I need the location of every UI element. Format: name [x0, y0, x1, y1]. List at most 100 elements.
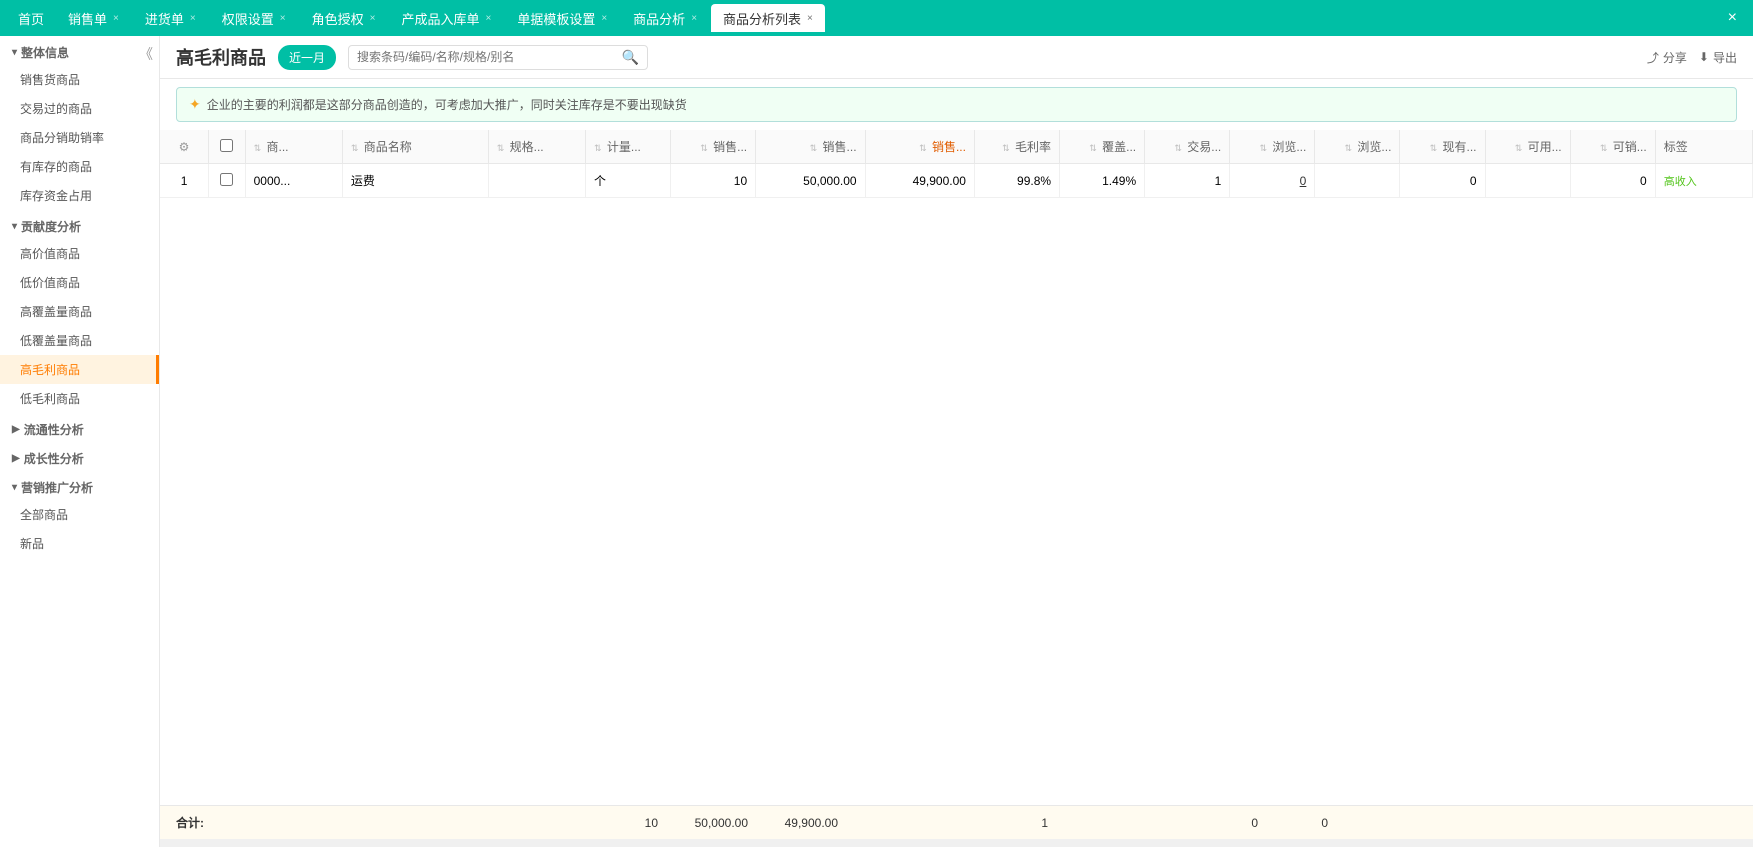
nav-tab-inbound[interactable]: 产成品入库单 × — [389, 4, 503, 32]
sidebar-group-marketing[interactable]: ▾ 营销推广分析 — [0, 471, 159, 500]
sidebar-item-high-value-label: 高价值商品 — [20, 247, 80, 261]
th-margin[interactable]: ⇅ 毛利率 — [974, 130, 1059, 164]
nav-tab-analysis[interactable]: 商品分析 × — [621, 4, 709, 32]
footer-total: 合计: 10 50,000.00 49,900.00 1 0 0 — [160, 805, 1753, 839]
nav-tab-role[interactable]: 角色授权 × — [300, 4, 388, 32]
nav-tab-purchase[interactable]: 进货单 × — [133, 4, 208, 32]
sidebar-group-circulation[interactable]: ▶ 流通性分析 — [0, 413, 159, 442]
sidebar-item-low-cover-label: 低覆盖量商品 — [20, 334, 92, 348]
th-sale-qty[interactable]: ⇅ 销售... — [671, 130, 756, 164]
th-browse1[interactable]: ⇅ 浏览... — [1230, 130, 1315, 164]
nav-tab-template[interactable]: 单据模板设置 × — [505, 4, 619, 32]
export-btn[interactable]: ⬇ 导出 — [1699, 49, 1737, 66]
nav-tab-permission[interactable]: 权限设置 × — [210, 4, 298, 32]
th-sale-able[interactable]: ⇅ 可销... — [1570, 130, 1655, 164]
nav-tab-template-close[interactable]: × — [601, 13, 607, 24]
circulation-arrow-icon: ▶ — [12, 424, 20, 435]
sidebar-item-high-value[interactable]: 高价值商品 — [0, 239, 159, 268]
th-unit[interactable]: ⇅ 计量... — [585, 130, 670, 164]
search-input[interactable] — [357, 50, 618, 64]
select-all-checkbox[interactable] — [220, 139, 233, 152]
footer-spacer7 — [1056, 816, 1126, 830]
th-cover-label: 覆盖... — [1102, 140, 1136, 154]
th-name[interactable]: ⇅ 商品名称 — [342, 130, 488, 164]
row-browse1[interactable]: 0 — [1300, 174, 1307, 188]
td-name: 运费 — [342, 164, 488, 198]
th-stock1[interactable]: ⇅ 现有... — [1400, 130, 1485, 164]
nav-home[interactable]: 首页 — [8, 9, 54, 28]
nav-tab-sales-close[interactable]: × — [113, 13, 119, 24]
sidebar-item-low-cover[interactable]: 低覆盖量商品 — [0, 326, 159, 355]
sidebar-collapse-btn[interactable]: 《 — [139, 44, 153, 64]
th-sale-amount2-label: 销售... — [932, 140, 966, 154]
footer-spacer5 — [846, 816, 916, 830]
sort-icon-cover: ⇅ — [1089, 143, 1097, 153]
th-sale-amount2[interactable]: ⇅ 销售... — [865, 130, 974, 164]
sort-icon: ⇅ — [254, 143, 262, 153]
search-icon[interactable]: 🔍 — [622, 49, 639, 66]
sidebar-item-new-goods[interactable]: 新品 — [0, 529, 159, 558]
th-spec-label: 规格... — [510, 140, 544, 154]
nav-tab-sales[interactable]: 销售单 × — [56, 4, 131, 32]
footer-stock1: 0 — [1196, 816, 1266, 830]
filter-recent-month-btn[interactable]: 近一月 — [278, 45, 336, 70]
nav-tab-analysis-label: 商品分析 — [633, 9, 685, 28]
sidebar-item-stock-fund[interactable]: 库存资金占用 — [0, 181, 159, 210]
sidebar-item-high-cover-label: 高覆盖量商品 — [20, 305, 92, 319]
footer-cells: 10 50,000.00 49,900.00 1 0 0 — [256, 816, 1737, 830]
nav-tab-analysis-list-label: 商品分析列表 — [723, 9, 801, 28]
th-sale-amount[interactable]: ⇅ 销售... — [756, 130, 865, 164]
goods-table: ⚙ ⇅ 商... ⇅ 商品名称 — [160, 130, 1753, 198]
sidebar-item-sales-goods[interactable]: 销售货商品 — [0, 65, 159, 94]
sidebar-group-growth[interactable]: ▶ 成长性分析 — [0, 442, 159, 471]
row-stock1: 0 — [1470, 174, 1477, 188]
nav-tab-permission-close[interactable]: × — [280, 13, 286, 24]
table-container[interactable]: ⚙ ⇅ 商... ⇅ 商品名称 — [160, 130, 1753, 805]
nav-tab-analysis-list-close[interactable]: × — [807, 13, 813, 24]
nav-tab-inbound-close[interactable]: × — [485, 13, 491, 24]
th-stock2[interactable]: ⇅ 可用... — [1485, 130, 1570, 164]
td-check[interactable] — [209, 164, 245, 198]
footer-label: 合计: — [176, 814, 256, 831]
sidebar-item-in-stock[interactable]: 有库存的商品 — [0, 152, 159, 181]
row-checkbox[interactable] — [220, 173, 233, 186]
sidebar-item-high-margin[interactable]: 高毛利商品 — [0, 355, 159, 384]
horizontal-scrollbar[interactable] — [160, 839, 1753, 847]
th-unit-label: 计量... — [607, 140, 641, 154]
sidebar-item-high-cover[interactable]: 高覆盖量商品 — [0, 297, 159, 326]
td-spec — [488, 164, 585, 198]
nav-tab-analysis-list[interactable]: 商品分析列表 × — [711, 4, 825, 32]
share-btn[interactable]: ⤴ 分享 — [1647, 49, 1687, 66]
contribution-arrow-icon: ▾ — [12, 221, 17, 232]
th-spec[interactable]: ⇅ 规格... — [488, 130, 585, 164]
th-name-label: 商品名称 — [364, 140, 412, 154]
sidebar-group-overall[interactable]: ▾ 整体信息 — [0, 36, 159, 65]
sidebar-item-low-value[interactable]: 低价值商品 — [0, 268, 159, 297]
sidebar-item-in-stock-label: 有库存的商品 — [20, 160, 92, 174]
sidebar-group-contribution[interactable]: ▾ 贡献度分析 — [0, 210, 159, 239]
nav-tab-role-close[interactable]: × — [370, 13, 376, 24]
sort-icon-margin: ⇅ — [1002, 143, 1010, 153]
footer-sale-qty: 10 — [596, 816, 666, 830]
growth-group-label: 成长性分析 — [24, 450, 84, 467]
th-stock1-label: 现有... — [1443, 140, 1477, 154]
th-code[interactable]: ⇅ 商... — [245, 130, 342, 164]
sidebar-item-low-margin[interactable]: 低毛利商品 — [0, 384, 159, 413]
row-sale-amount: 50,000.00 — [803, 174, 856, 188]
nav-tab-purchase-close[interactable]: × — [190, 13, 196, 24]
nav-tab-permission-label: 权限设置 — [222, 9, 274, 28]
settings-icon[interactable]: ⚙ — [179, 140, 190, 154]
close-all-tabs[interactable]: × — [1720, 9, 1745, 27]
sidebar-item-traded-goods[interactable]: 交易过的商品 — [0, 94, 159, 123]
main-layout: 《 ▾ 整体信息 销售货商品 交易过的商品 商品分销助销率 有库存的商品 库存资… — [0, 36, 1753, 847]
sidebar-item-all-goods[interactable]: 全部商品 — [0, 500, 159, 529]
td-browse1[interactable]: 0 — [1230, 164, 1315, 198]
th-cover[interactable]: ⇅ 覆盖... — [1060, 130, 1145, 164]
nav-tab-analysis-close[interactable]: × — [691, 13, 697, 24]
footer-spacer2 — [366, 816, 446, 830]
th-browse2[interactable]: ⇅ 浏览... — [1315, 130, 1400, 164]
sidebar-item-distribution[interactable]: 商品分销助销率 — [0, 123, 159, 152]
th-trade[interactable]: ⇅ 交易... — [1145, 130, 1230, 164]
sort-icon-name: ⇅ — [351, 143, 359, 153]
sidebar-item-traded-goods-label: 交易过的商品 — [20, 102, 92, 116]
